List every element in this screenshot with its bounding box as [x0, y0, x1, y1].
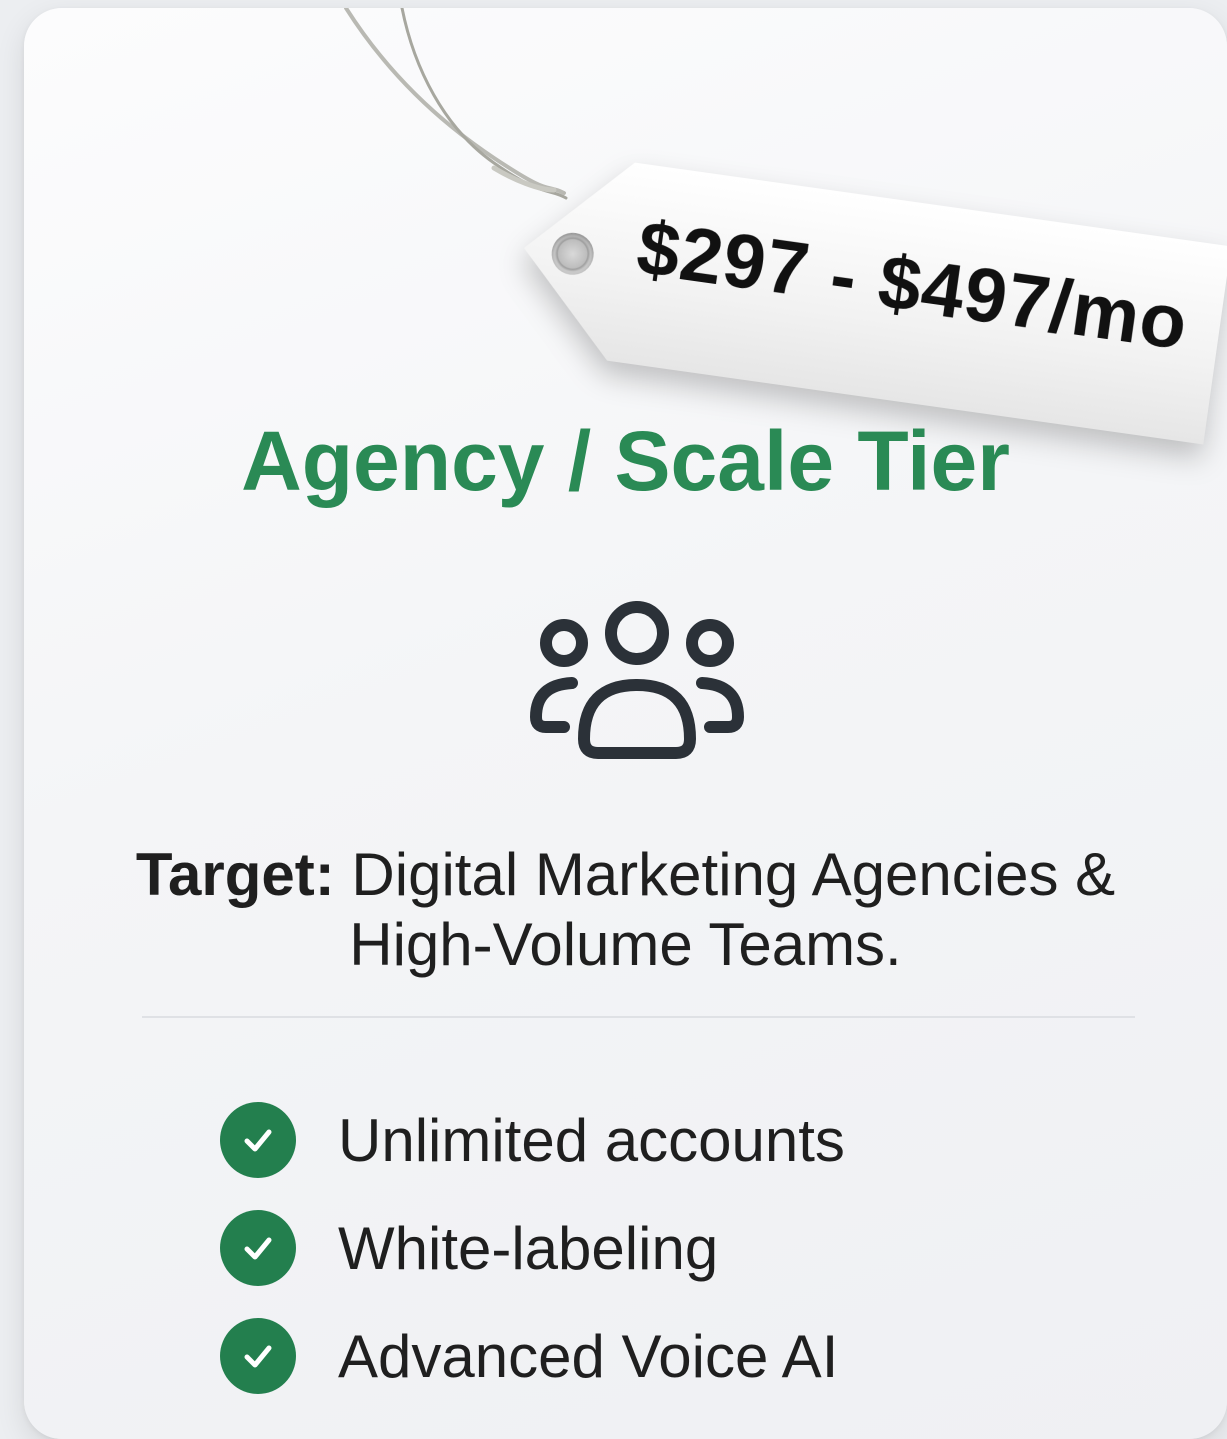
target-label: Target:	[135, 841, 335, 908]
team-icon	[530, 601, 744, 759]
tier-title: Agency / Scale Tier	[241, 414, 1010, 508]
check-circle-icon	[220, 1318, 296, 1394]
target-description: Target: Digital Marketing Agencies & Hig…	[104, 840, 1147, 980]
target-value: Digital Marketing Agencies & High-Volume…	[334, 841, 1116, 978]
divider	[142, 1016, 1135, 1018]
check-circle-icon	[220, 1102, 296, 1178]
feature-label: Unlimited accounts	[338, 1106, 845, 1174]
pricing-card: $297 - $497/mo Agency / Scale Tier Targe…	[24, 8, 1227, 1439]
feature-label: Advanced Voice AI	[338, 1322, 839, 1390]
feature-item: Unlimited accounts	[220, 1086, 1120, 1194]
feature-list: Unlimited accounts White-labeling Advanc…	[220, 1086, 1120, 1410]
price-tag: $297 - $497/mo	[510, 149, 1227, 444]
feature-item: White-labeling	[220, 1194, 1120, 1302]
check-circle-icon	[220, 1210, 296, 1286]
feature-label: White-labeling	[338, 1214, 719, 1282]
feature-item: Advanced Voice AI	[220, 1302, 1120, 1410]
